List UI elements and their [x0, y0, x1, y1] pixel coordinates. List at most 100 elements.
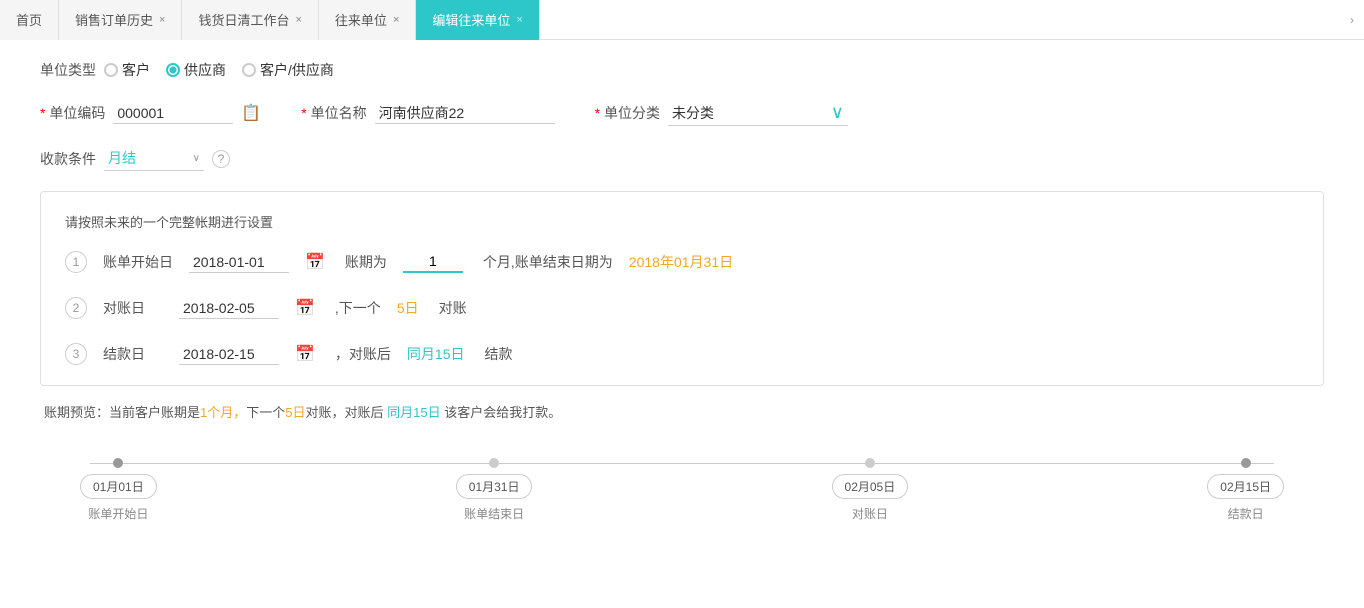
step-1-period-input[interactable]: [403, 251, 463, 273]
timeline-node-1-badge: 01月01日: [80, 474, 157, 499]
tab-partner-list[interactable]: 往来单位 ×: [319, 0, 416, 40]
step-2-desc-suffix: 对账: [439, 298, 467, 318]
step-3-highlight: 同月15日: [407, 344, 465, 364]
timeline-node-2-label: 账单结束日: [464, 505, 524, 522]
tab-cash-daily-label: 钱货日清工作台: [198, 10, 289, 29]
unit-category-field: 单位分类 未分类 ∨: [595, 100, 848, 126]
unit-code-field: 单位编码 📋: [40, 103, 261, 124]
timeline-node-3-label: 对账日: [852, 505, 888, 522]
timeline-node-2-badge: 01月31日: [456, 474, 533, 499]
step-1-period-unit: 个月,账单结束日期为: [483, 252, 613, 272]
unit-name-input[interactable]: [375, 103, 555, 124]
tab-edit-partner-close[interactable]: ×: [516, 14, 522, 26]
step-2-row: 2 对账日 📅 ,下一个 5日 对账: [65, 297, 1299, 319]
payment-condition-row: 收款条件 月结 ∨ ?: [40, 146, 1324, 171]
unit-code-input[interactable]: [113, 103, 233, 124]
unit-info-row: 单位编码 📋 单位名称 单位分类 未分类 ∨: [40, 100, 1324, 126]
help-icon[interactable]: ?: [212, 150, 230, 168]
step-1-cal-icon[interactable]: 📅: [305, 252, 325, 272]
unit-name-field: 单位名称: [301, 103, 554, 124]
timeline-node-1-dot: [113, 458, 123, 468]
timeline-node-3-badge: 02月05日: [832, 474, 909, 499]
radio-both[interactable]: 客户/供应商: [242, 60, 334, 80]
tab-edit-partner[interactable]: 编辑往来单位 ×: [416, 0, 539, 40]
unit-category-label: 单位分类: [595, 103, 660, 123]
timeline-node-2: 01月31日 账单结束日: [456, 441, 533, 522]
unit-name-label: 单位名称: [301, 103, 366, 123]
step-3-cal-icon[interactable]: 📅: [295, 344, 315, 364]
step-3-label: 结款日: [103, 344, 163, 364]
timeline-node-2-dot: [489, 458, 499, 468]
step-3-desc-suffix: 结款: [485, 344, 513, 364]
timeline-node-4-dot: [1241, 458, 1251, 468]
timeline-node-4-label: 结款日: [1228, 505, 1264, 522]
timeline-node-1-label: 账单开始日: [88, 505, 148, 522]
radio-customer-circle: [104, 63, 118, 77]
timeline-nodes: 01月01日 账单开始日 01月31日 账单结束日 02月05日 对账日 02月…: [80, 441, 1284, 522]
radio-supplier[interactable]: 供应商: [166, 60, 226, 80]
timeline-node-3: 02月05日 对账日: [832, 441, 909, 522]
step-1-date[interactable]: [189, 252, 289, 273]
step-2-highlight: 5日: [397, 298, 419, 318]
tab-sales-history-label: 销售订单历史: [75, 10, 153, 29]
payment-condition-label: 收款条件: [40, 149, 96, 169]
radio-supplier-circle: [166, 63, 180, 77]
radio-group: 客户 供应商 客户/供应商: [104, 60, 334, 80]
unit-type-row: 单位类型 客户 供应商 客户/供应商: [40, 60, 1324, 80]
tab-partner-list-label: 往来单位: [335, 10, 387, 29]
tab-edit-partner-label: 编辑往来单位: [432, 10, 510, 29]
unit-category-value: 未分类: [672, 103, 831, 123]
timeline-node-3-dot: [865, 458, 875, 468]
radio-both-circle: [242, 63, 256, 77]
tab-cash-daily-close[interactable]: ×: [295, 14, 301, 26]
step-3-num: 3: [65, 343, 87, 365]
step-1-num: 1: [65, 251, 87, 273]
tab-sales-history-close[interactable]: ×: [159, 14, 165, 26]
step-3-desc-prefix: ，对账后: [335, 344, 391, 364]
tab-sales-history[interactable]: 销售订单历史 ×: [59, 0, 182, 40]
main-content: 单位类型 客户 供应商 客户/供应商 单位编码 📋: [0, 40, 1364, 608]
tab-more-arrow[interactable]: ›: [1340, 13, 1364, 27]
preview-section: 账期预览：当前客户账期是1个月，下一个5日对账，对账后 同月15日 该客户会给我…: [40, 402, 1324, 421]
payment-condition-dropdown[interactable]: 月结 ∨: [104, 146, 204, 171]
tab-partner-list-close[interactable]: ×: [393, 14, 399, 26]
preview-suffix: 该客户会给我打款。: [444, 405, 561, 420]
timeline-node-1: 01月01日 账单开始日: [80, 441, 157, 522]
tab-bar: 首页 销售订单历史 × 钱货日清工作台 × 往来单位 × 编辑往来单位 × ›: [0, 0, 1364, 40]
step-1-period-end-date: 2018年01月31日: [629, 252, 733, 272]
preview-prefix: 账期预览：当前客户账期是: [44, 405, 200, 420]
step-2-label: 对账日: [103, 298, 163, 318]
step-2-desc-prefix: ,下一个: [335, 298, 381, 318]
preview-highlight3: 同月15日: [387, 405, 440, 420]
payment-condition-arrow: ∨: [193, 153, 200, 164]
timeline-wrapper: 01月01日 账单开始日 01月31日 账单结束日 02月05日 对账日 02月…: [40, 441, 1324, 522]
preview-middle: 下一个: [246, 405, 285, 420]
tab-home-label: 首页: [16, 10, 42, 29]
unit-type-label: 单位类型: [40, 60, 96, 80]
tab-home[interactable]: 首页: [0, 0, 59, 40]
payment-condition-value: 月结: [108, 148, 189, 168]
preview-highlight1: 1个月，: [200, 405, 246, 420]
step-2-cal-icon[interactable]: 📅: [295, 298, 315, 318]
step-1-label: 账单开始日: [103, 252, 173, 272]
timeline-node-4-badge: 02月15日: [1207, 474, 1284, 499]
step-2-num: 2: [65, 297, 87, 319]
radio-customer[interactable]: 客户: [104, 60, 150, 80]
radio-customer-label: 客户: [122, 60, 150, 80]
payment-condition-field: 收款条件 月结 ∨ ?: [40, 146, 230, 171]
radio-both-label: 客户/供应商: [260, 60, 334, 80]
tab-cash-daily[interactable]: 钱货日清工作台 ×: [182, 0, 318, 40]
unit-code-label: 单位编码: [40, 103, 105, 123]
step-2-date[interactable]: [179, 298, 279, 319]
step-1-period-label: 账期为: [345, 252, 387, 272]
preview-after: 对账，对账后: [306, 405, 384, 420]
unit-category-select[interactable]: 未分类 ∨: [668, 100, 848, 126]
section-title: 请按照未来的一个完整帐期进行设置: [65, 212, 1299, 231]
unit-type-field: 单位类型 客户 供应商 客户/供应商: [40, 60, 334, 80]
unit-category-arrow: ∨: [831, 102, 844, 123]
step-3-row: 3 结款日 📅 ，对账后同月15日 结款: [65, 343, 1299, 365]
preview-highlight2: 5日: [285, 405, 305, 420]
unit-code-icon[interactable]: 📋: [241, 103, 261, 123]
settings-section: 请按照未来的一个完整帐期进行设置 1 账单开始日 📅 账期为 个月,账单结束日期…: [40, 191, 1324, 386]
step-3-date[interactable]: [179, 344, 279, 365]
